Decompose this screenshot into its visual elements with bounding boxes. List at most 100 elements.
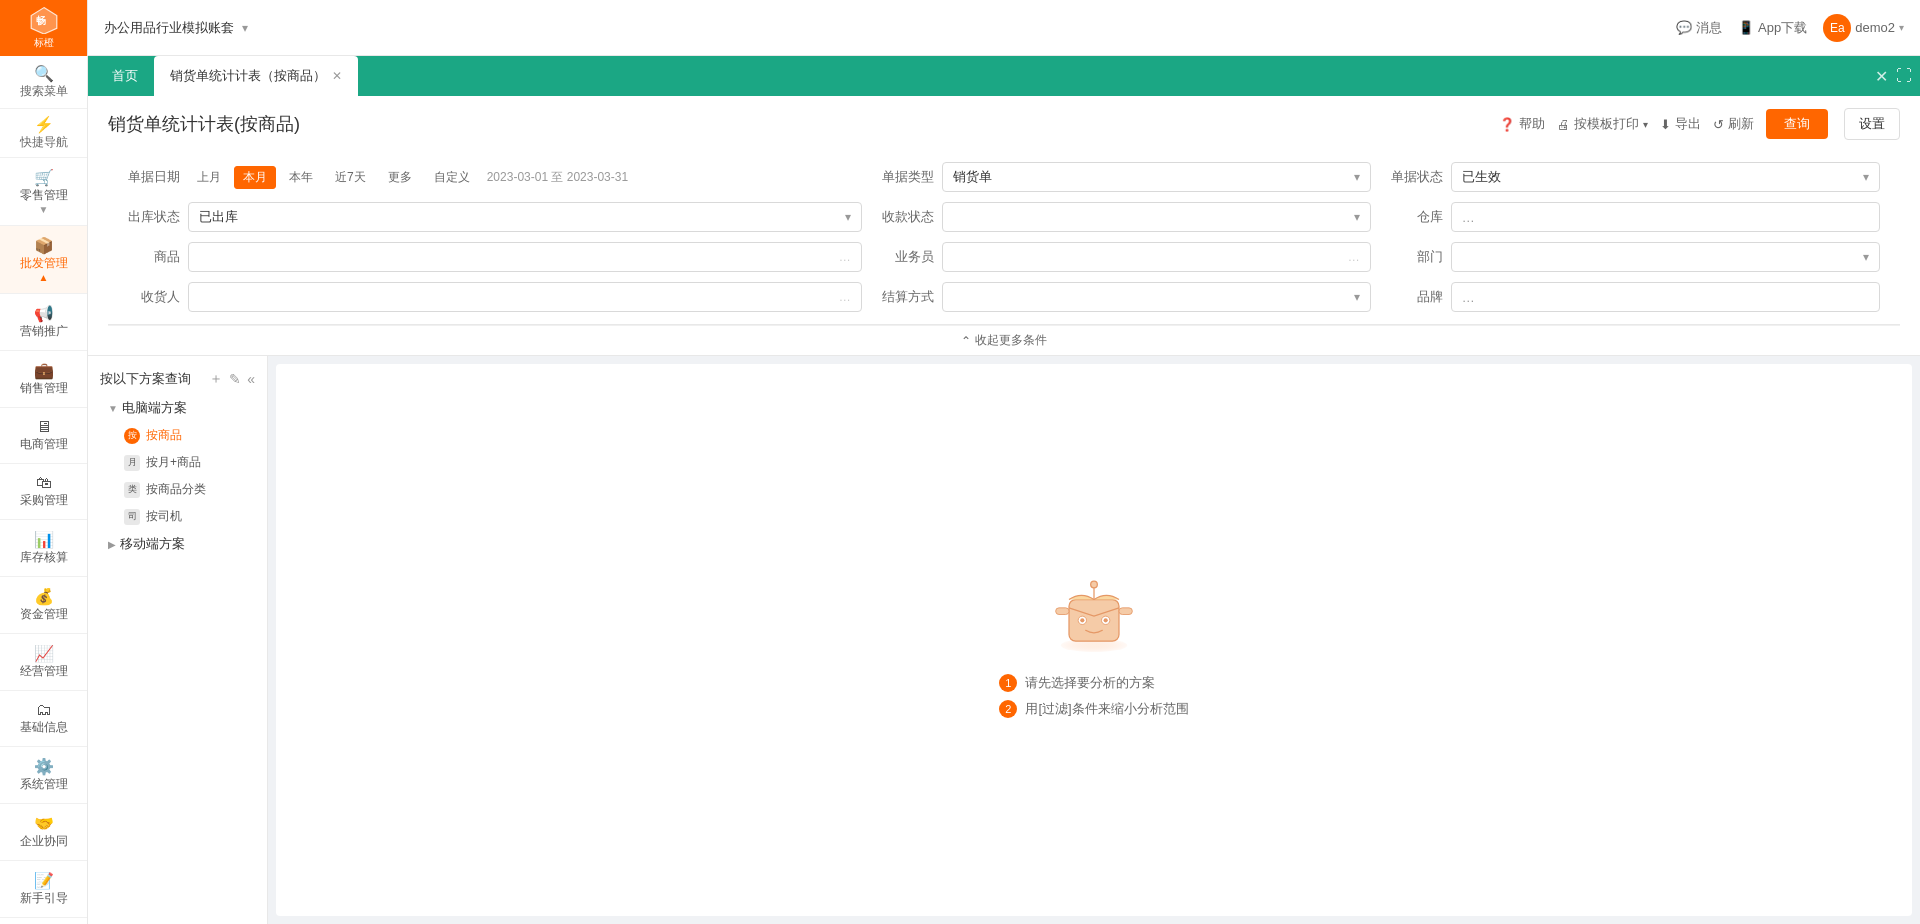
filter-row-1: 单据日期 上月 本月 本年 近7天 更多 自定义 2023-03-01 至 20…	[128, 162, 1880, 192]
app-download-button[interactable]: 📱 App下载	[1738, 19, 1807, 37]
sidebar-item-finance[interactable]: 💰 资金管理	[0, 577, 87, 634]
edit-scheme-button[interactable]: ✎	[229, 371, 241, 387]
tree-mobile-expand-icon: ▶	[108, 539, 116, 550]
filter-doc-type: 单据类型 销货单 ▾	[882, 162, 1371, 192]
dept-input[interactable]: ▾	[1451, 242, 1880, 272]
tab-home[interactable]: 首页	[96, 56, 154, 96]
date-tab-this-month[interactable]: 本月	[234, 166, 276, 189]
page-header: 销货单统计计表(按商品) ❓ 帮助 🖨 按模板打印 ▾ ⬇ 导出	[88, 96, 1920, 356]
sidebar-item-purchase[interactable]: 🛍 采购管理	[0, 464, 87, 520]
content-area: 按以下方案查询 ＋ ✎ « ▼ 电脑端方案 按 按商品	[88, 356, 1920, 924]
sidebar-item-appcenter[interactable]: 📱 应用中心	[0, 918, 87, 924]
filter-row-3: 商品 … 业务员 … 部门	[128, 242, 1880, 272]
user-menu[interactable]: Ea demo2 ▾	[1823, 14, 1904, 42]
staff-input[interactable]: …	[942, 242, 1371, 272]
by-cashier-label: 按司机	[146, 508, 182, 525]
goods-input[interactable]: …	[188, 242, 862, 272]
avatar: Ea	[1823, 14, 1851, 42]
sidebar-item-marketing[interactable]: 📢 营销推广	[0, 294, 87, 351]
receipt-status-input[interactable]: ▾	[942, 202, 1371, 232]
tree-item-by-cashier[interactable]: 司 按司机	[124, 503, 267, 530]
sidebar-item-inventory[interactable]: 📊 库存核算	[0, 520, 87, 577]
sidebar-item-system[interactable]: ⚙️ 系统管理	[0, 747, 87, 804]
tree-item-by-month-goods[interactable]: 月 按月+商品	[124, 449, 267, 476]
tree-item-by-goods[interactable]: 按 按商品	[124, 422, 267, 449]
help-button[interactable]: ❓ 帮助	[1499, 115, 1545, 133]
date-tab-this-year[interactable]: 本年	[280, 166, 322, 189]
left-panel-header: 按以下方案查询 ＋ ✎ «	[88, 364, 267, 394]
sidebar-item-guide[interactable]: 📝 新手引导	[0, 861, 87, 918]
goods-label: 商品	[128, 248, 188, 266]
scheme-icon: 按	[124, 428, 140, 444]
sidebar-item-ecommerce[interactable]: 🖥 电商管理	[0, 408, 87, 464]
payment-input[interactable]: ▾	[942, 282, 1371, 312]
print-button[interactable]: 🖨 按模板打印 ▾	[1557, 115, 1648, 133]
sidebar-item-retail[interactable]: 🛒 零售管理 ▼	[0, 158, 87, 226]
by-month-label: 按月+商品	[146, 454, 201, 471]
svg-point-8	[1091, 581, 1098, 588]
doc-type-dropdown-icon: ▾	[1354, 170, 1360, 184]
doc-type-input[interactable]: 销货单 ▾	[942, 162, 1371, 192]
by-month-icon: 月	[124, 455, 140, 471]
page-content: 销货单统计计表(按商品) ❓ 帮助 🖨 按模板打印 ▾ ⬇ 导出	[88, 96, 1920, 924]
empty-illustration	[1044, 562, 1144, 662]
print-icon: 🖨	[1557, 117, 1570, 132]
message-button[interactable]: 💬 消息	[1676, 19, 1722, 37]
chevron-down-icon: ▾	[1899, 22, 1904, 33]
collapse-panel-button[interactable]: «	[247, 371, 255, 387]
brand-input[interactable]: …	[1451, 282, 1880, 312]
page-title: 销货单统计计表(按商品)	[108, 112, 300, 136]
sidebar-quick-nav[interactable]: ⚡ 快捷导航	[0, 109, 87, 158]
by-cat-icon: 类	[124, 482, 140, 498]
payment-dropdown-icon: ▾	[1354, 290, 1360, 304]
export-icon: ⬇	[1660, 117, 1671, 132]
date-tab-more[interactable]: 更多	[379, 166, 421, 189]
sidebar: 畅 标橙 🔍 搜索菜单 ⚡ 快捷导航 🛒 零售管理 ▼ 📦 批发管理 ▲ 📢 营…	[0, 0, 88, 924]
tree-pc-group[interactable]: ▼ 电脑端方案	[88, 394, 267, 422]
receiver-dots[interactable]: …	[839, 290, 851, 304]
svg-rect-9	[1056, 608, 1069, 615]
sidebar-item-corp[interactable]: 🤝 企业协同	[0, 804, 87, 861]
sidebar-item-basic[interactable]: 🗂 基础信息	[0, 691, 87, 747]
svg-rect-2	[1069, 600, 1119, 642]
sidebar-search-item[interactable]: 🔍 搜索菜单	[0, 56, 87, 109]
tree-mobile-group[interactable]: ▶ 移动端方案	[88, 530, 267, 558]
help-icon: ❓	[1499, 117, 1515, 132]
sidebar-item-sales[interactable]: 💼 销售管理	[0, 351, 87, 408]
date-range-display: 2023-03-01 至 2023-03-31	[487, 169, 628, 186]
filter-payment: 结算方式 ▾	[882, 282, 1371, 312]
warehouse-input[interactable]: …	[1451, 202, 1880, 232]
empty-state: 1 请先选择要分析的方案 2 用[过滤]条件来缩小分析范围	[999, 562, 1188, 718]
receipt-status-dropdown-icon: ▾	[1354, 210, 1360, 224]
tree-item-by-goods-cat[interactable]: 类 按商品分类	[124, 476, 267, 503]
tab-close-icon[interactable]: ✕	[332, 69, 342, 83]
goods-dots[interactable]: …	[839, 250, 851, 264]
date-label: 单据日期	[128, 168, 188, 186]
date-tab-last-month[interactable]: 上月	[188, 166, 230, 189]
receiver-input[interactable]: …	[188, 282, 862, 312]
by-goods-label: 按商品	[146, 427, 182, 444]
tab-expand-button[interactable]: ⛶	[1896, 67, 1912, 86]
date-tab-last7[interactable]: 近7天	[326, 166, 375, 189]
query-button[interactable]: 查询	[1766, 109, 1828, 139]
tip-num-1: 1	[999, 674, 1017, 692]
tree-expand-icon: ▼	[108, 403, 118, 414]
sidebar-item-operation[interactable]: 📈 经营管理	[0, 634, 87, 691]
staff-dots[interactable]: …	[1348, 250, 1360, 264]
export-button[interactable]: ⬇ 导出	[1660, 115, 1701, 133]
filter-date: 单据日期 上月 本月 本年 近7天 更多 自定义 2023-03-01 至 20…	[128, 166, 862, 189]
sidebar-item-wholesale[interactable]: 📦 批发管理 ▲	[0, 226, 87, 294]
settings-button[interactable]: 设置	[1844, 108, 1900, 140]
topbar-left: 办公用品行业模拟账套 ▾	[104, 19, 248, 37]
out-status-input[interactable]: 已出库 ▾	[188, 202, 862, 232]
tab-close-button[interactable]: ✕	[1875, 67, 1888, 86]
refresh-button[interactable]: ↺ 刷新	[1713, 115, 1754, 133]
date-tab-custom[interactable]: 自定义	[425, 166, 479, 189]
tab-active[interactable]: 销货单统计计表（按商品） ✕	[154, 56, 358, 96]
doc-status-input[interactable]: 已生效 ▾	[1451, 162, 1880, 192]
pc-group-label: 电脑端方案	[122, 399, 187, 417]
filter-receiver: 收货人 …	[128, 282, 862, 312]
svg-rect-10	[1119, 608, 1132, 615]
collapse-bar[interactable]: ⌃ 收起更多条件	[108, 325, 1900, 355]
add-scheme-button[interactable]: ＋	[209, 370, 223, 388]
